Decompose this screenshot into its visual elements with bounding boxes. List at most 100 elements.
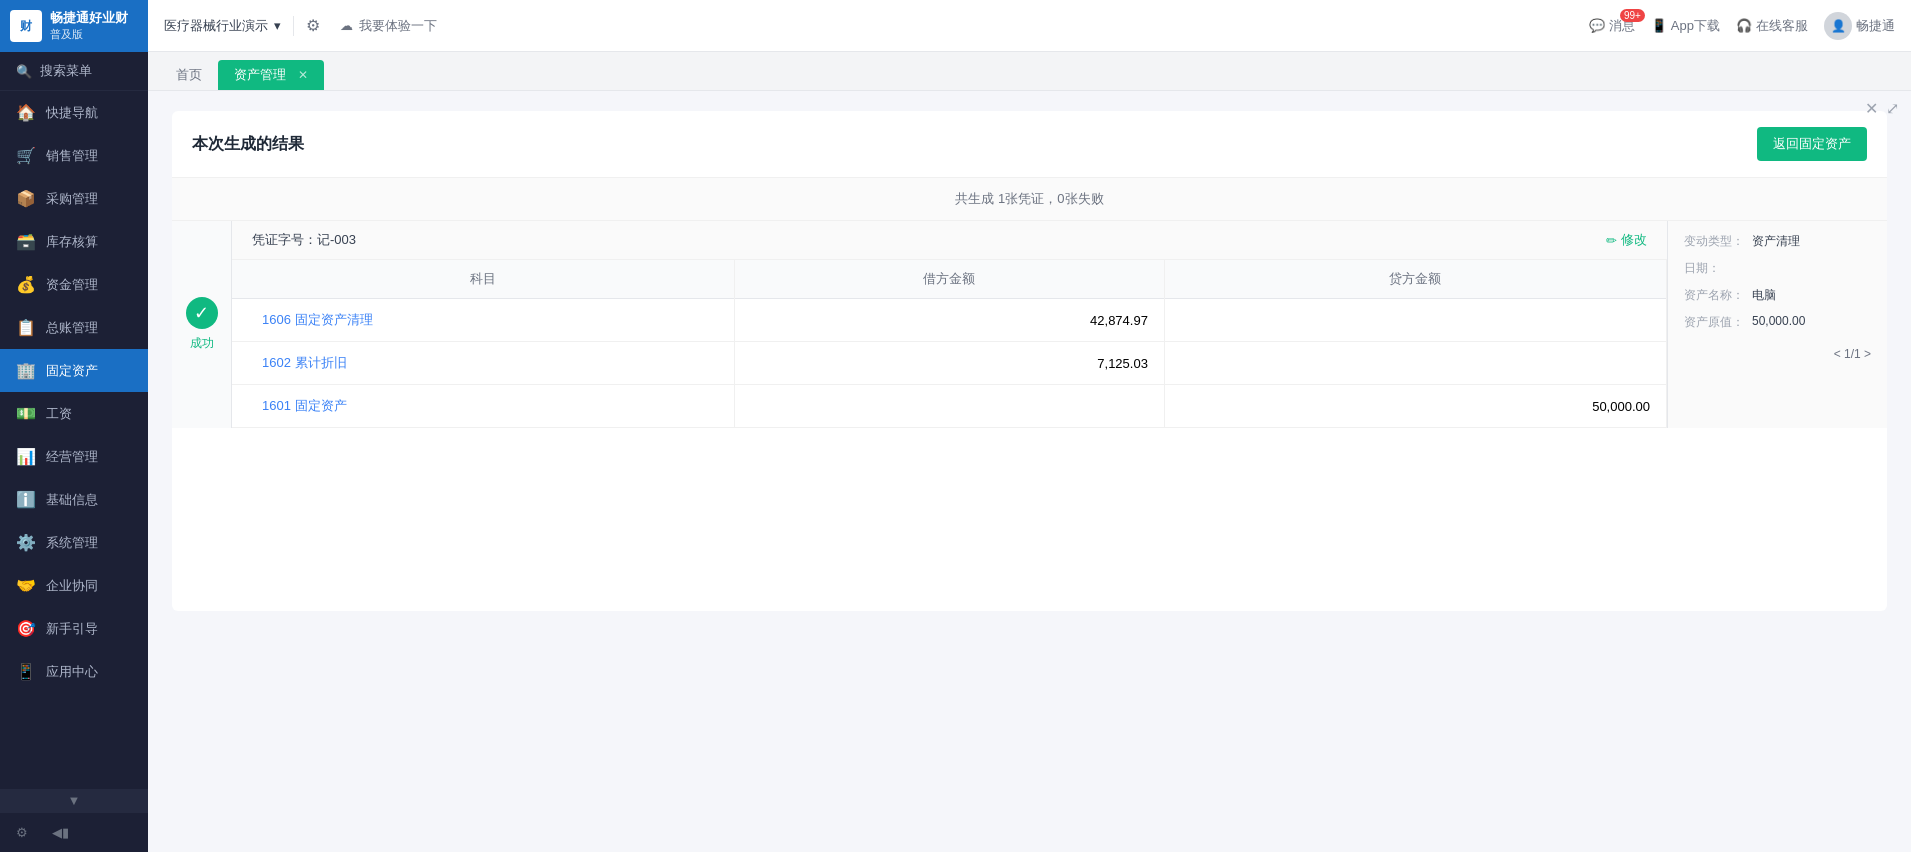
sidebar-item-purchase[interactable]: 📦 采购管理: [0, 177, 148, 220]
search-icon: 🔍: [16, 64, 32, 79]
info-asset-name: 资产名称： 电脑: [1684, 287, 1871, 304]
original-value-value: 50,000.00: [1752, 314, 1805, 328]
sidebar-item-system[interactable]: ⚙️ 系统管理: [0, 521, 148, 564]
subject-link-1602[interactable]: 1602 累计折旧: [262, 355, 347, 370]
sidebar-item-fixed-assets[interactable]: 🏢 固定资产: [0, 349, 148, 392]
tab-home[interactable]: 首页: [164, 60, 214, 90]
sidebar-toggle-btn[interactable]: ◀▮: [44, 821, 77, 844]
table-row: 1602 累计折旧 7,125.03: [232, 342, 1667, 385]
scroll-down-btn[interactable]: ▼: [0, 789, 148, 812]
change-type-value: 资产清理: [1752, 233, 1800, 250]
app-download-label: App下载: [1671, 17, 1720, 35]
newbie-label: 新手引导: [46, 620, 98, 638]
edit-icon: ✏: [1606, 233, 1617, 248]
voucher-header-row: 凭证字号：记-003 ✏ 修改: [232, 221, 1667, 260]
tab-close-icon[interactable]: ✕: [298, 68, 308, 82]
col-credit-header: 贷方金额: [1164, 260, 1666, 299]
sidebar-item-basics[interactable]: ℹ️ 基础信息: [0, 478, 148, 521]
online-service-btn[interactable]: 🎧 在线客服: [1736, 17, 1808, 35]
table-row: 1606 固定资产清理 42,874.97: [232, 299, 1667, 342]
return-btn[interactable]: 返回固定资产: [1757, 127, 1867, 161]
topbar-gear-icon[interactable]: ⚙: [306, 16, 320, 35]
app-sub: 普及版: [50, 27, 128, 41]
company-selector[interactable]: 医疗器械行业演示 ▾: [164, 17, 281, 35]
messages-btn[interactable]: 💬 消息 99+: [1589, 17, 1635, 35]
sidebar-logo: 财 畅捷通好业财 普及版: [0, 0, 148, 52]
credit-1602: [1164, 342, 1666, 385]
ledger-label: 总账管理: [46, 319, 98, 337]
info-original-value: 资产原值： 50,000.00: [1684, 314, 1871, 331]
sidebar-item-ledger[interactable]: 📋 总账管理: [0, 306, 148, 349]
basics-label: 基础信息: [46, 491, 98, 509]
sidebar-item-cooperation[interactable]: 🤝 企业协同: [0, 564, 148, 607]
inventory-label: 库存核算: [46, 233, 98, 251]
experience-btn[interactable]: ☁ 我要体验一下: [340, 17, 437, 35]
app-download-btn[interactable]: 📱 App下载: [1651, 17, 1720, 35]
sidebar-item-sales[interactable]: 🛒 销售管理: [0, 134, 148, 177]
online-service-label: 在线客服: [1756, 17, 1808, 35]
system-icon: ⚙️: [16, 533, 36, 552]
payroll-icon: 💵: [16, 404, 36, 423]
search-menu[interactable]: 🔍 搜索菜单: [0, 52, 148, 91]
pagination-text: < 1/1 >: [1834, 347, 1871, 361]
summary-text: 共生成 1张凭证，0张失败: [955, 191, 1103, 206]
sidebar-item-quicknav[interactable]: 🏠 快捷导航: [0, 91, 148, 134]
subject-link-1601[interactable]: 1601 固定资产: [262, 398, 347, 413]
col-debit-header: 借方金额: [734, 260, 1164, 299]
debit-1602: 7,125.03: [734, 342, 1164, 385]
sidebar-item-inventory[interactable]: 🗃️ 库存核算: [0, 220, 148, 263]
home-tab-label: 首页: [176, 67, 202, 82]
username: 畅捷通: [1856, 17, 1895, 35]
content-area: ✕ ⤢ 本次生成的结果 返回固定资产 共生成 1张凭证，0张失败 ✓ 成功: [148, 91, 1911, 852]
settings-btn[interactable]: ⚙: [8, 821, 36, 844]
asset-tab-label: 资产管理: [234, 67, 286, 82]
col-subject-header: 科目: [232, 260, 734, 299]
sidebar-item-capital[interactable]: 💰 资金管理: [0, 263, 148, 306]
panel-minimize-btn[interactable]: ✕: [1865, 99, 1878, 118]
debit-1606: 42,874.97: [734, 299, 1164, 342]
settings-icon: ⚙: [16, 825, 28, 840]
purchase-icon: 📦: [16, 189, 36, 208]
sidebar-nav: 🛒 销售管理 📦 采购管理 🗃️ 库存核算 💰 资金管理 📋 总账管理 🏢 固定…: [0, 134, 148, 789]
tabbar: 首页 资产管理 ✕: [148, 52, 1911, 91]
success-indicator: ✓ 成功: [172, 221, 232, 428]
pagination[interactable]: < 1/1 >: [1684, 347, 1871, 361]
summary-bar: 共生成 1张凭证，0张失败: [172, 178, 1887, 221]
operations-label: 经营管理: [46, 448, 98, 466]
capital-label: 资金管理: [46, 276, 98, 294]
subject-link-1606[interactable]: 1606 固定资产清理: [262, 312, 373, 327]
info-change-type: 变动类型： 资产清理: [1684, 233, 1871, 250]
edit-label: 修改: [1621, 231, 1647, 249]
voucher-main: 凭证字号：记-003 ✏ 修改 科目 借方金额 贷方金额: [232, 221, 1667, 428]
panel-expand-btn[interactable]: ⤢: [1886, 99, 1899, 118]
asset-name-label: 资产名称：: [1684, 287, 1744, 304]
experience-icon: ☁: [340, 18, 353, 33]
sidebar: 财 畅捷通好业财 普及版 🔍 搜索菜单 🏠 快捷导航 🛒 销售管理 📦 采购管理…: [0, 0, 148, 852]
credit-1606: [1164, 299, 1666, 342]
sidebar-item-appcenter[interactable]: 📱 应用中心: [0, 650, 148, 693]
credit-1601: 50,000.00: [1164, 385, 1666, 428]
original-value-label: 资产原值：: [1684, 314, 1744, 331]
app-download-icon: 📱: [1651, 18, 1667, 33]
sidebar-item-operations[interactable]: 📊 经营管理: [0, 435, 148, 478]
app-name: 畅捷通好业财: [50, 10, 128, 27]
topbar-right: 💬 消息 99+ 📱 App下载 🎧 在线客服 👤 畅捷通: [1589, 12, 1895, 40]
user-menu[interactable]: 👤 畅捷通: [1824, 12, 1895, 40]
ledger-icon: 📋: [16, 318, 36, 337]
sidebar-item-payroll[interactable]: 💵 工资: [0, 392, 148, 435]
tab-asset-management[interactable]: 资产管理 ✕: [218, 60, 324, 90]
avatar: 👤: [1824, 12, 1852, 40]
company-name: 医疗器械行业演示: [164, 17, 268, 35]
messages-badge: 99+: [1620, 9, 1645, 22]
inventory-icon: 🗃️: [16, 232, 36, 251]
info-date: 日期：: [1684, 260, 1871, 277]
voucher-code: 凭证字号：记-003: [252, 231, 356, 249]
experience-label: 我要体验一下: [359, 17, 437, 35]
appcenter-label: 应用中心: [46, 663, 98, 681]
edit-btn[interactable]: ✏ 修改: [1606, 231, 1647, 249]
success-text: 成功: [190, 335, 214, 352]
date-label: 日期：: [1684, 260, 1720, 277]
main-area: 医疗器械行业演示 ▾ ⚙ ☁ 我要体验一下 💬 消息 99+ 📱 App下载 🎧…: [148, 0, 1911, 852]
sidebar-bottom: ⚙ ◀▮: [0, 812, 148, 852]
sidebar-item-newbie[interactable]: 🎯 新手引导: [0, 607, 148, 650]
